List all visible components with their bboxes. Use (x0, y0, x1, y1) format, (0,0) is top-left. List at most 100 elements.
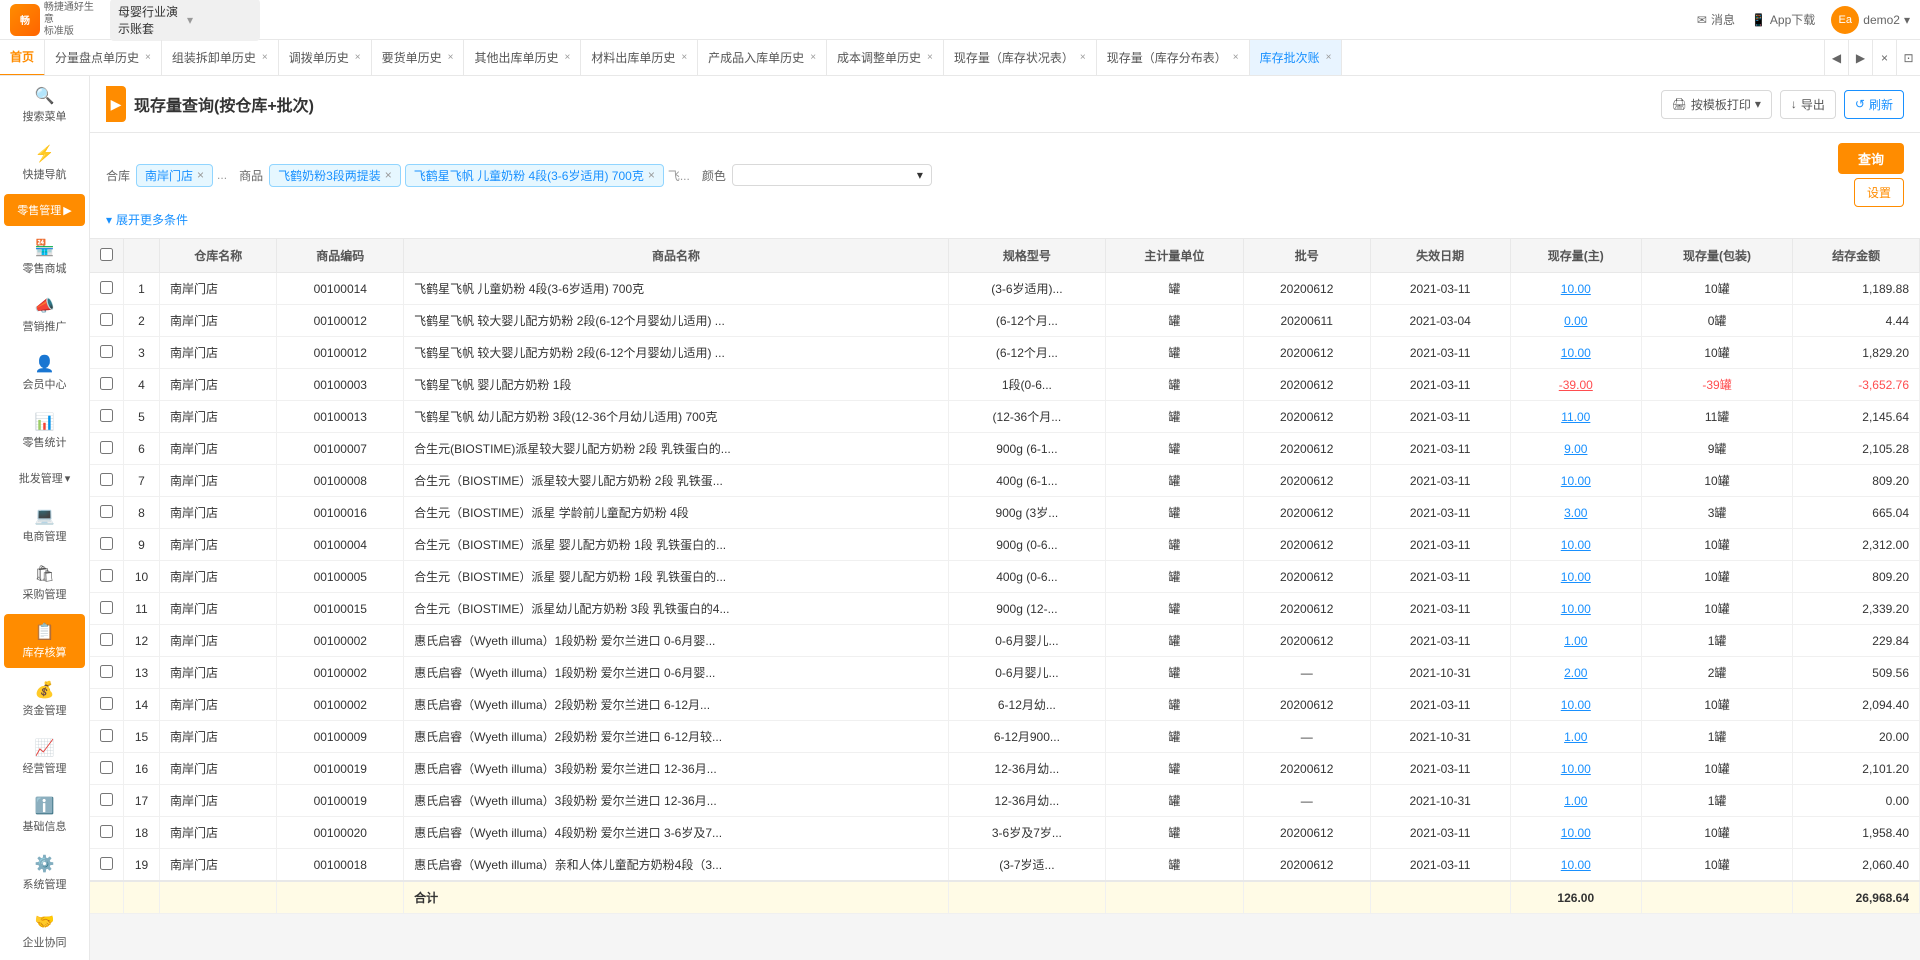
close-icon[interactable]: × (1233, 52, 1239, 63)
row-checkbox[interactable] (100, 377, 113, 390)
close-icon[interactable]: × (564, 52, 570, 63)
tab-5[interactable]: 其他出库单历史 × (464, 40, 581, 76)
product-tag-1[interactable]: 飞鹤奶粉3段两提装 × (269, 164, 401, 187)
sidebar-item-purchase[interactable]: 🛍 采购管理 (4, 556, 85, 610)
row-checkbox[interactable] (100, 729, 113, 742)
cell-checkbox[interactable] (90, 529, 124, 561)
col-header-checkbox[interactable] (90, 239, 124, 273)
row-checkbox[interactable] (100, 761, 113, 774)
sidebar-item-inventory[interactable]: 📋 库存核算 (4, 614, 85, 668)
sidebar-item-marketing[interactable]: 📣 营销推广 (4, 288, 85, 342)
row-checkbox[interactable] (100, 281, 113, 294)
cell-checkbox[interactable] (90, 433, 124, 465)
cell-qty-main[interactable]: 10.00 (1510, 337, 1641, 369)
cell-checkbox[interactable] (90, 561, 124, 593)
tab-7[interactable]: 产成品入库单历史 × (698, 40, 827, 76)
color-select[interactable]: ▾ (732, 164, 932, 186)
remove-tag-icon[interactable]: × (648, 168, 655, 182)
cell-checkbox[interactable] (90, 465, 124, 497)
tab-1[interactable]: 分量盘点单历史 × (45, 40, 162, 76)
tab-6[interactable]: 材料出库单历史 × (581, 40, 698, 76)
user-profile[interactable]: Ea demo2 ▾ (1831, 6, 1910, 34)
row-checkbox[interactable] (100, 441, 113, 454)
sidebar-item-ecommerce[interactable]: 💻 电商管理 (4, 498, 85, 552)
setting-button[interactable]: 设置 (1854, 178, 1904, 207)
select-all-checkbox[interactable] (100, 248, 113, 261)
sidebar-item-operations[interactable]: 📈 经营管理 (4, 730, 85, 784)
cell-qty-main[interactable]: 11.00 (1510, 401, 1641, 433)
cell-checkbox[interactable] (90, 273, 124, 305)
sidebar-item-wholesale[interactable]: 批发管理 ▾ (4, 462, 85, 494)
remove-tag-icon[interactable]: × (385, 168, 392, 182)
sidebar-item-retail-stats[interactable]: 📊 零售统计 (4, 404, 85, 458)
sidebar-item-system[interactable]: ⚙️ 系统管理 (4, 846, 85, 900)
query-button[interactable]: 查询 (1838, 143, 1904, 174)
cell-checkbox[interactable] (90, 305, 124, 337)
print-button[interactable]: 🖨 按模板打印 ▾ (1661, 90, 1772, 119)
tab-4[interactable]: 要货单历史 × (372, 40, 465, 76)
row-checkbox[interactable] (100, 857, 113, 870)
cell-qty-main[interactable]: 10.00 (1510, 753, 1641, 785)
refresh-button[interactable]: ↺ 刷新 (1844, 90, 1904, 119)
cell-qty-main[interactable]: 10.00 (1510, 465, 1641, 497)
row-checkbox[interactable] (100, 473, 113, 486)
tab-menu-button[interactable]: ⊡ (1896, 40, 1920, 76)
cell-qty-main[interactable]: 2.00 (1510, 657, 1641, 689)
close-icon[interactable]: × (262, 52, 268, 63)
row-checkbox[interactable] (100, 665, 113, 678)
close-icon[interactable]: × (145, 52, 151, 63)
cell-qty-main[interactable]: 1.00 (1510, 721, 1641, 753)
row-checkbox[interactable] (100, 825, 113, 838)
tab-prev-button[interactable]: ◀ (1824, 40, 1848, 76)
sidebar-item-members[interactable]: 👤 会员中心 (4, 346, 85, 400)
cell-checkbox[interactable] (90, 625, 124, 657)
tab-8[interactable]: 成本调整单历史 × (827, 40, 944, 76)
sidebar-item-basic-info[interactable]: ℹ️ 基础信息 (4, 788, 85, 842)
cell-qty-main[interactable]: 10.00 (1510, 273, 1641, 305)
cell-qty-main[interactable]: 10.00 (1510, 849, 1641, 882)
cell-qty-main[interactable]: 10.00 (1510, 817, 1641, 849)
app-download-button[interactable]: 📱 App下载 (1751, 11, 1815, 28)
row-checkbox[interactable] (100, 313, 113, 326)
cell-qty-main[interactable]: 10.00 (1510, 689, 1641, 721)
cell-qty-main[interactable]: 9.00 (1510, 433, 1641, 465)
close-icon[interactable]: × (448, 52, 454, 63)
tab-next-button[interactable]: ▶ (1848, 40, 1872, 76)
cell-qty-main[interactable]: 10.00 (1510, 529, 1641, 561)
cell-checkbox[interactable] (90, 849, 124, 882)
cell-qty-main[interactable]: 0.00 (1510, 305, 1641, 337)
row-checkbox[interactable] (100, 601, 113, 614)
close-icon[interactable]: × (927, 52, 933, 63)
cell-qty-main[interactable]: 10.00 (1510, 593, 1641, 625)
row-checkbox[interactable] (100, 409, 113, 422)
cell-checkbox[interactable] (90, 497, 124, 529)
workspace-selector[interactable]: 母婴行业演示账套 ▾ (110, 0, 260, 41)
tab-3[interactable]: 调拨单历史 × (279, 40, 372, 76)
row-checkbox[interactable] (100, 697, 113, 710)
cell-checkbox[interactable] (90, 401, 124, 433)
cell-checkbox[interactable] (90, 689, 124, 721)
tab-10[interactable]: 现存量（库存分布表） × (1097, 40, 1250, 76)
row-checkbox[interactable] (100, 633, 113, 646)
close-icon[interactable]: × (1080, 52, 1086, 63)
cell-qty-main[interactable]: 10.00 (1510, 561, 1641, 593)
cell-checkbox[interactable] (90, 337, 124, 369)
cell-qty-main[interactable]: 1.00 (1510, 625, 1641, 657)
message-button[interactable]: ✉ 消息 (1697, 11, 1735, 28)
sidebar-item-finance[interactable]: 💰 资金管理 (4, 672, 85, 726)
product-tag-2[interactable]: 飞鹤星飞帆 儿童奶粉 4段(3-6岁适用) 700克 × (405, 164, 664, 187)
close-icon[interactable]: × (1326, 52, 1332, 63)
tab-close-all-button[interactable]: × (1872, 40, 1896, 76)
close-icon[interactable]: × (681, 52, 687, 63)
tab-2[interactable]: 组装拆卸单历史 × (162, 40, 279, 76)
sidebar-item-retail-mall[interactable]: 🏪 零售商城 (4, 230, 85, 284)
sidebar-item-search[interactable]: 🔍 搜索菜单 (4, 78, 85, 132)
cell-checkbox[interactable] (90, 369, 124, 401)
cell-checkbox[interactable] (90, 721, 124, 753)
cell-checkbox[interactable] (90, 657, 124, 689)
row-checkbox[interactable] (100, 345, 113, 358)
tab-11[interactable]: 库存批次账 × (1250, 40, 1343, 76)
sidebar-expand-button[interactable]: ▶ (106, 86, 126, 122)
row-checkbox[interactable] (100, 793, 113, 806)
tab-9[interactable]: 现存量（库存状况表） × (944, 40, 1097, 76)
